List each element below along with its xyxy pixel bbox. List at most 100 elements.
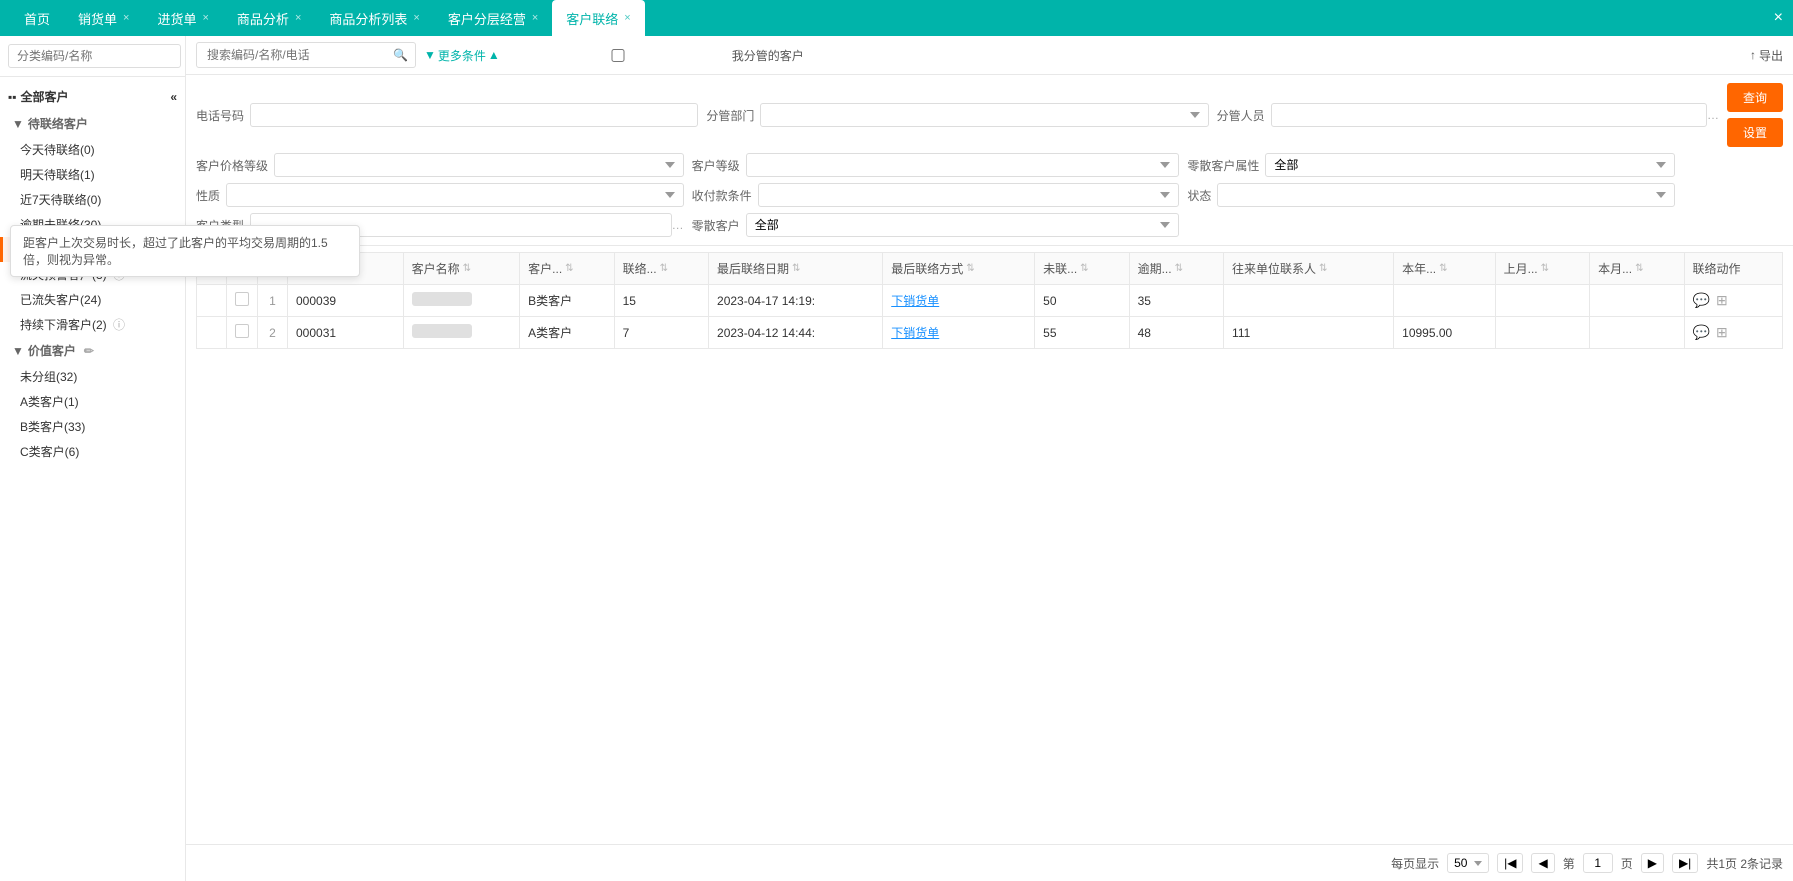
page-size-select[interactable]: 50 [1447, 853, 1489, 873]
sidebar-search-input[interactable] [8, 44, 181, 68]
sort-lcd-icon[interactable]: ⇅ [792, 263, 800, 274]
row1-checkbox[interactable] [235, 292, 249, 306]
row2-checkbox[interactable] [235, 324, 249, 338]
nav-item-home[interactable]: 首页 [10, 0, 64, 36]
phone-input[interactable] [250, 103, 698, 127]
sort-nc-icon[interactable]: ⇅ [1080, 263, 1088, 274]
a-class-item[interactable]: A类客户(1) [0, 389, 185, 414]
payment-field: 收付款条件 [692, 183, 1180, 207]
row2-check[interactable] [227, 317, 258, 349]
sort-lm-icon[interactable]: ⇅ [1541, 263, 1549, 274]
manager-input[interactable] [1271, 103, 1707, 127]
close-sales-tab[interactable]: × [123, 12, 129, 24]
nav-item-sales[interactable]: 销货单 × [64, 0, 143, 36]
sort-cp-icon[interactable]: ⇅ [1319, 263, 1327, 274]
export-button[interactable]: ↑ 导出 [1750, 47, 1783, 64]
col-contact-person[interactable]: 往来单位联系人 ⇅ [1224, 253, 1394, 285]
row1-grid-icon[interactable]: ⊞ [1716, 292, 1728, 309]
last-page-btn[interactable]: ▶| [1672, 853, 1698, 873]
sort-type-icon[interactable]: ⇅ [565, 263, 573, 274]
retail-customer-select[interactable]: 全部 [746, 213, 1180, 237]
col-action: 联络动作 [1684, 253, 1783, 285]
col-this-year[interactable]: 本年... ⇅ [1394, 253, 1495, 285]
sort-tm-icon[interactable]: ⇅ [1635, 263, 1643, 274]
already-lost-item[interactable]: 已流失客户(24) [0, 287, 185, 312]
close-customer-tier-tab[interactable]: × [532, 12, 538, 24]
row2-name-blurred [412, 324, 472, 338]
row2-last-contact-method[interactable]: 下销货单 [883, 317, 1035, 349]
close-all-tabs[interactable]: × [1774, 9, 1783, 27]
sort-overdue-icon[interactable]: ⇅ [1175, 263, 1183, 274]
all-customers-header[interactable]: ▪▪ 全部客户 « [0, 83, 185, 110]
col-type[interactable]: 客户... ⇅ [520, 253, 614, 285]
status-select[interactable] [1217, 183, 1675, 207]
row2-grid-icon[interactable]: ⊞ [1716, 324, 1728, 341]
sort-lcm-icon[interactable]: ⇅ [966, 263, 974, 274]
nav-item-analysis[interactable]: 商品分析 × [223, 0, 315, 36]
row2-chat-icon[interactable]: 💬 [1693, 324, 1710, 341]
value-customers-group[interactable]: ▼ 价值客户 ✏ [0, 337, 185, 364]
c-class-item[interactable]: C类客户(6) [0, 439, 185, 464]
my-customers-checkbox-label[interactable]: 我分管的客户 [508, 47, 804, 64]
my-customers-checkbox[interactable] [508, 49, 728, 62]
customer-grade-select[interactable] [746, 153, 1180, 177]
keep-declining-item[interactable]: 持续下滑客户(2) ⓘ [0, 312, 185, 337]
first-page-btn[interactable]: |◀ [1497, 853, 1523, 873]
row1-last-contact-method[interactable]: 下销货单 [883, 285, 1035, 317]
sort-contact-icon[interactable]: ⇅ [660, 263, 668, 274]
main-search-input[interactable] [196, 42, 416, 68]
close-analysis-list-tab[interactable]: × [413, 12, 419, 24]
price-level-select[interactable] [274, 153, 684, 177]
gender-select[interactable] [226, 183, 684, 207]
row2-settings [197, 317, 227, 349]
manager-dots[interactable]: … [1707, 108, 1719, 122]
current-page-input[interactable] [1583, 853, 1613, 873]
dept-select[interactable] [760, 103, 1208, 127]
close-purchase-tab[interactable]: × [202, 12, 208, 24]
ungroup-item[interactable]: 未分组(32) [0, 364, 185, 389]
query-button[interactable]: 查询 [1727, 83, 1783, 112]
customer-grade-field: 客户等级 [692, 153, 1180, 177]
waiting-contact-group[interactable]: ▼ 待联络客户 [0, 110, 185, 137]
row1-chat-icon[interactable]: 💬 [1693, 292, 1710, 309]
prev-page-btn[interactable]: ◀ [1531, 853, 1554, 873]
tomorrow-contact-item[interactable]: 明天待联络(1) [0, 162, 185, 187]
week-contact-item[interactable]: 近7天待联络(0) [0, 187, 185, 212]
col-name[interactable]: 客户名称 ⇅ [403, 253, 520, 285]
collapse-icon[interactable]: « [170, 90, 177, 104]
row2-contact-method-link[interactable]: 下销货单 [891, 326, 939, 340]
customer-type-dots[interactable]: … [672, 218, 684, 232]
col-last-month[interactable]: 上月... ⇅ [1495, 253, 1589, 285]
nav-item-purchase[interactable]: 进货单 × [143, 0, 222, 36]
more-conditions-btn[interactable]: ▼ 更多条件 ▲ [424, 47, 500, 64]
today-contact-item[interactable]: 今天待联络(0) [0, 137, 185, 162]
retail-attr-select[interactable]: 全部 [1265, 153, 1675, 177]
row1-check[interactable] [227, 285, 258, 317]
nav-item-analysis-list[interactable]: 商品分析列表 × [315, 0, 433, 36]
col-last-contact-date[interactable]: 最后联络日期 ⇅ [709, 253, 883, 285]
row1-type: B类客户 [520, 285, 614, 317]
next-page-btn[interactable]: ▶ [1641, 853, 1664, 873]
sort-ty-icon[interactable]: ⇅ [1439, 263, 1447, 274]
nav-item-customer-contact[interactable]: 客户联络 × [552, 0, 644, 36]
col-last-contact-method[interactable]: 最后联络方式 ⇅ [883, 253, 1035, 285]
row1-last-contact-date: 2023-04-17 14:19: [709, 285, 883, 317]
row2-name [403, 317, 520, 349]
payment-select[interactable] [758, 183, 1180, 207]
settings-button[interactable]: 设置 [1727, 118, 1783, 147]
nav-item-customer-tier[interactable]: 客户分层经营 × [434, 0, 552, 36]
row1-num: 1 [258, 285, 288, 317]
row1-contact-method-link[interactable]: 下销货单 [891, 294, 939, 308]
edit-icon[interactable]: ✏ [84, 344, 94, 358]
b-class-item[interactable]: B类客户(33) [0, 414, 185, 439]
close-customer-contact-tab[interactable]: × [624, 12, 630, 24]
close-analysis-tab[interactable]: × [295, 12, 301, 24]
main-search-icon[interactable]: 🔍 [393, 48, 408, 62]
col-overdue[interactable]: 逾期... ⇅ [1129, 253, 1223, 285]
sort-name-icon[interactable]: ⇅ [463, 263, 471, 274]
col-this-month[interactable]: 本月... ⇅ [1590, 253, 1684, 285]
col-contact[interactable]: 联络... ⇅ [614, 253, 708, 285]
col-not-contact[interactable]: 未联... ⇅ [1035, 253, 1129, 285]
sidebar: 🔍 ▪▪ 全部客户 « ▼ 待联络客户 今天待联络(0) 明天待联络(1) 近 [0, 36, 186, 881]
filter-row-2: 客户价格等级 客户等级 零散客户属性 全部 [196, 153, 1783, 177]
